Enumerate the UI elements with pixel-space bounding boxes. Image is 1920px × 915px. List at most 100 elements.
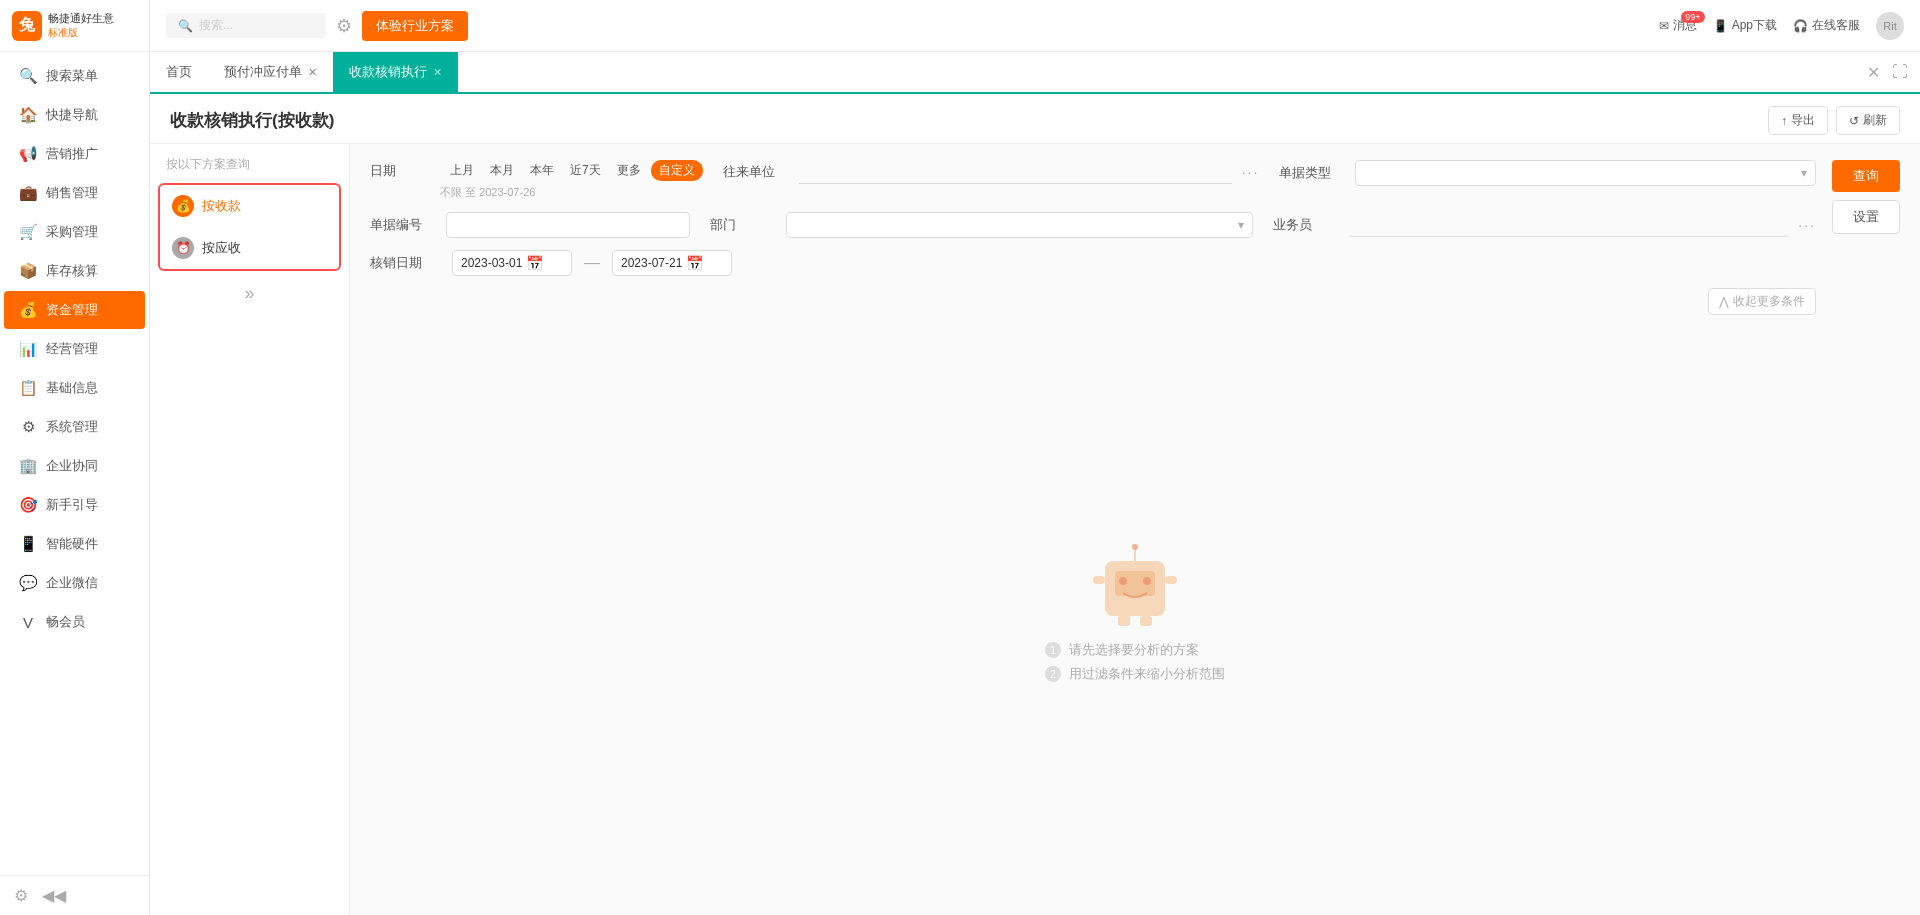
doctype-arrow: ▾ bbox=[1801, 166, 1807, 180]
sidebar-item-marketing[interactable]: 📢营销推广 bbox=[4, 135, 145, 173]
user-avatar[interactable]: Rit bbox=[1876, 12, 1904, 40]
query-option-receipt[interactable]: 💰 按收款 bbox=[160, 185, 339, 227]
hint-num-1: 1 bbox=[1045, 642, 1061, 658]
sidebar-icon-sales: 💼 bbox=[18, 183, 38, 203]
collapse-sidebar-icon[interactable]: ◀◀ bbox=[42, 886, 66, 905]
sidebar-item-sales[interactable]: 💼 销售管理 bbox=[4, 174, 145, 212]
sidebar-label-weixin: 企业微信 bbox=[46, 574, 98, 592]
sidebar-item-quick-nav[interactable]: 🏠快捷导航 bbox=[4, 96, 145, 134]
shortcut-last-month[interactable]: 上月 bbox=[444, 160, 480, 181]
verify-date-start-input[interactable]: 2023-03-01 📅 bbox=[452, 250, 572, 276]
docno-input[interactable] bbox=[446, 212, 690, 238]
tab-receipt[interactable]: 收款核销执行 ✕ bbox=[333, 52, 458, 94]
tab-fullscreen-btn[interactable]: ⛶ bbox=[1888, 59, 1912, 85]
shortcut-more[interactable]: 更多 bbox=[611, 160, 647, 181]
empty-illustration bbox=[1085, 541, 1185, 631]
shortcut-custom[interactable]: 自定义 bbox=[651, 160, 703, 181]
doctype-select[interactable]: ▾ bbox=[1355, 160, 1816, 186]
filter-dept-cell: 部门 ▾ bbox=[710, 212, 1253, 238]
sidebar-label-enterprise: 企业协同 bbox=[46, 457, 98, 475]
sidebar-item-member[interactable]: V畅会员 bbox=[4, 603, 145, 641]
sidebar-label-search-menu: 搜索菜单 bbox=[46, 67, 98, 85]
sidebar-icon-search-menu: 🔍 bbox=[18, 66, 38, 86]
search-placeholder: 搜索... bbox=[199, 17, 233, 34]
main-area: 🔍 搜索... ⚙ 体验行业方案 ✉ 消息 99+ 📱 App下载 🎧 在线客服… bbox=[150, 0, 1920, 915]
sidebar-label-marketing: 营销推广 bbox=[46, 145, 98, 163]
sidebar-item-basic-info[interactable]: 📋 基础信息 bbox=[4, 369, 145, 407]
verify-date-start-cal-icon: 📅 bbox=[526, 255, 543, 271]
filter-action-btns: 查询 设置 bbox=[1832, 160, 1900, 325]
sidebar-item-enterprise[interactable]: 🏢企业协同 bbox=[4, 447, 145, 485]
sidebar-item-operations[interactable]: 📊经营管理 bbox=[4, 330, 145, 368]
sidebar-item-weixin[interactable]: 💬企业微信 bbox=[4, 564, 145, 602]
filter-row-2: 单据编号 部门 ▾ 业务员 bbox=[370, 212, 1816, 238]
settings-icon[interactable]: ⚙ bbox=[14, 886, 28, 905]
sidebar-icon-purchase: 🛒 bbox=[18, 222, 38, 242]
sidebar-item-funds[interactable]: 💰资金管理 bbox=[4, 291, 145, 329]
salesperson-input[interactable] bbox=[1349, 213, 1788, 237]
sidebar-item-hardware[interactable]: 📱智能硬件 bbox=[4, 525, 145, 563]
settings-button[interactable]: 设置 bbox=[1832, 200, 1900, 234]
service-icon: 🎧 bbox=[1793, 19, 1808, 33]
verify-date-end-cal-icon: 📅 bbox=[686, 255, 703, 271]
tab-close-all-btn[interactable]: ✕ bbox=[1863, 59, 1884, 86]
shortcut-7days[interactable]: 近7天 bbox=[564, 160, 607, 181]
export-button[interactable]: ↑ 导出 bbox=[1768, 106, 1828, 135]
svg-rect-5 bbox=[1140, 616, 1152, 626]
shortcut-this-year[interactable]: 本年 bbox=[524, 160, 560, 181]
solution-button[interactable]: 体验行业方案 bbox=[362, 11, 468, 41]
topbar-search[interactable]: 🔍 搜索... bbox=[166, 13, 326, 38]
tab-receipt-close[interactable]: ✕ bbox=[433, 66, 442, 79]
online-service-btn[interactable]: 🎧 在线客服 bbox=[1793, 17, 1860, 34]
collapse-icon: ⋀ bbox=[1719, 295, 1729, 309]
search-icon: 🔍 bbox=[178, 19, 193, 33]
hint-num-2: 2 bbox=[1045, 666, 1061, 682]
tab-home[interactable]: 首页 bbox=[150, 52, 208, 94]
counterpart-input[interactable] bbox=[799, 160, 1232, 184]
date-no-limit: 不限 至 2023-07-26 bbox=[440, 185, 703, 200]
message-icon: ✉ bbox=[1659, 19, 1669, 33]
query-button[interactable]: 查询 bbox=[1832, 160, 1900, 192]
verify-date-end-value: 2023-07-21 bbox=[621, 256, 682, 270]
sidebar-label-inventory: 库存核算 bbox=[46, 262, 98, 280]
panel-collapse-btn[interactable]: » bbox=[158, 279, 341, 308]
topbar: 🔍 搜索... ⚙ 体验行业方案 ✉ 消息 99+ 📱 App下载 🎧 在线客服… bbox=[150, 0, 1920, 52]
filter-row-3: 核销日期 2023-03-01 📅 — 2023-07-21 📅 bbox=[370, 250, 1816, 276]
refresh-button[interactable]: ↺ 刷新 bbox=[1836, 106, 1900, 135]
sidebar-item-purchase[interactable]: 🛒采购管理 bbox=[4, 213, 145, 251]
sidebar-label-system: 系统管理 bbox=[46, 418, 98, 436]
tab-prepay[interactable]: 预付冲应付单 ✕ bbox=[208, 52, 333, 94]
hint-text-1: 请先选择要分析的方案 bbox=[1069, 641, 1199, 659]
query-option-receivable[interactable]: ⏰ 按应收 bbox=[160, 227, 339, 269]
tab-prepay-close[interactable]: ✕ bbox=[308, 66, 317, 79]
sidebar-item-system[interactable]: ⚙系统管理 bbox=[4, 408, 145, 446]
sidebar-icon-basic-info: 📋 bbox=[18, 378, 38, 398]
query-selector-box: 💰 按收款 ⏰ 按应收 bbox=[158, 183, 341, 271]
verify-date-start-value: 2023-03-01 bbox=[461, 256, 522, 270]
collapse-more-btn[interactable]: ⋀ 收起更多条件 bbox=[1708, 288, 1816, 315]
topbar-right: ✉ 消息 99+ 📱 App下载 🎧 在线客服 Rit bbox=[1659, 12, 1904, 40]
user-name: Rit bbox=[1883, 20, 1896, 32]
page-title: 收款核销执行(按收款) bbox=[170, 109, 334, 132]
sidebar-item-search-menu[interactable]: 🔍 搜索菜单 bbox=[4, 57, 145, 95]
filter-date-cell: 日期 上月 本月 本年 近7天 更多 自定义 不限 至 2023-07-26 bbox=[370, 160, 703, 200]
sidebar-item-inventory[interactable]: 📦库存核算 bbox=[4, 252, 145, 290]
sidebar-label-basic-info: 基础信息 bbox=[46, 379, 98, 397]
filter-row-1: 日期 上月 本月 本年 近7天 更多 自定义 不限 至 2023-07-26 bbox=[370, 160, 1816, 200]
verify-date-end-input[interactable]: 2023-07-21 📅 bbox=[612, 250, 732, 276]
message-btn[interactable]: ✉ 消息 99+ bbox=[1659, 17, 1697, 34]
doctype-label: 单据类型 bbox=[1279, 164, 1349, 182]
sidebar-item-guide[interactable]: 🎯新手引导 bbox=[4, 486, 145, 524]
sidebar-label-sales: 销售管理 bbox=[46, 184, 98, 202]
dept-select[interactable]: ▾ bbox=[786, 212, 1253, 238]
topbar-settings-icon[interactable]: ⚙ bbox=[336, 15, 352, 37]
online-service-label: 在线客服 bbox=[1812, 17, 1860, 34]
shortcut-this-month[interactable]: 本月 bbox=[484, 160, 520, 181]
app-download-btn[interactable]: 📱 App下载 bbox=[1713, 17, 1777, 34]
message-badge: 99+ bbox=[1681, 11, 1704, 23]
collapse-row: ⋀ 收起更多条件 bbox=[370, 288, 1816, 315]
query-option-receipt-label: 按收款 bbox=[202, 197, 241, 215]
download-icon: 📱 bbox=[1713, 19, 1728, 33]
sidebar-label-funds: 资金管理 bbox=[46, 301, 98, 319]
logo-icon: 兔 bbox=[12, 11, 42, 41]
